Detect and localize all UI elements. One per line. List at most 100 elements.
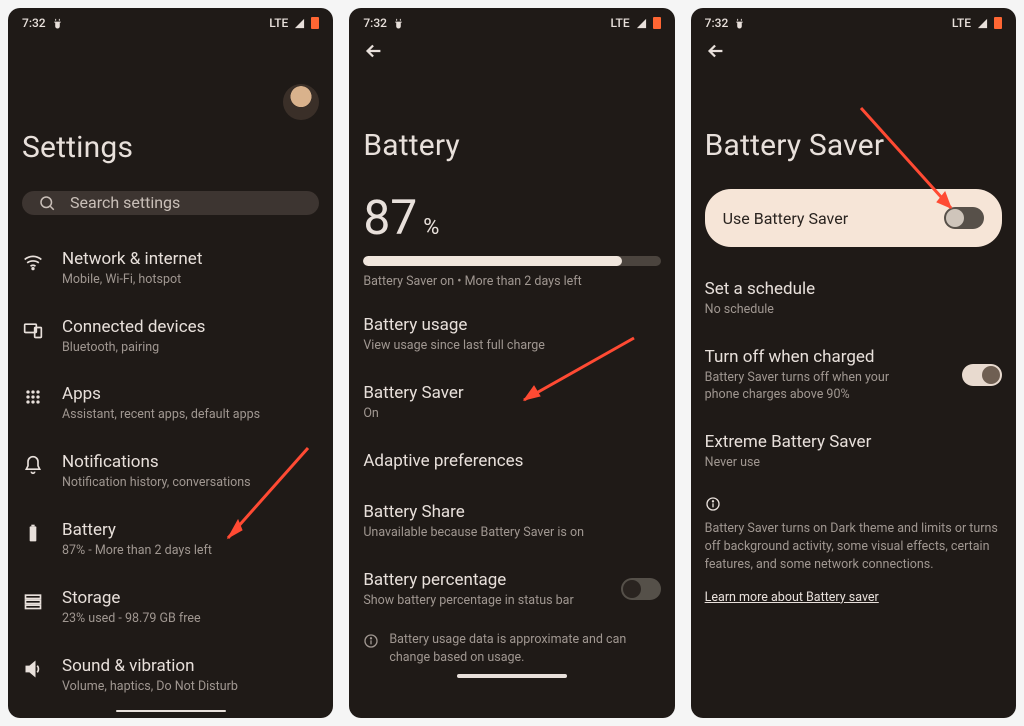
battery-icon	[23, 523, 43, 543]
info-icon	[363, 633, 379, 649]
item-sub: Volume, haptics, Do Not Disturb	[62, 679, 319, 696]
settings-item-network[interactable]: Network & internet Mobile, Wi-Fi, hotspot	[8, 235, 333, 303]
page-title: Battery	[349, 68, 674, 189]
search-icon	[38, 194, 56, 212]
item-title: Notifications	[62, 452, 319, 472]
item-title: Battery usage	[363, 315, 660, 335]
info-footer: Battery usage data is approximate and ca…	[349, 623, 674, 674]
item-sub: Unavailable because Battery Saver is on	[363, 525, 660, 542]
signal-icon	[294, 18, 305, 29]
phone-battery: 7:32 LTE Battery 87 % Battery Saver on •…	[349, 8, 674, 718]
battery-share-item[interactable]: Battery Share Unavailable because Batter…	[349, 488, 674, 556]
status-time: 7:32	[705, 16, 729, 30]
volume-icon	[23, 659, 43, 679]
status-network: LTE	[611, 16, 630, 30]
use-battery-saver-card[interactable]: Use Battery Saver	[705, 189, 1002, 247]
item-sub: Never use	[705, 455, 1002, 472]
devices-icon	[23, 320, 43, 340]
item-title: Battery Share	[363, 502, 660, 522]
battery-icon	[311, 17, 319, 29]
nav-bar[interactable]	[116, 710, 226, 712]
percent-value: 87	[363, 189, 417, 246]
search-placeholder: Search settings	[70, 193, 180, 212]
page-title: Settings	[8, 126, 333, 191]
item-title: Apps	[62, 384, 319, 404]
battery-progress	[363, 256, 660, 266]
progress-fill	[363, 256, 622, 266]
signal-icon	[977, 18, 988, 29]
page-title: Battery Saver	[691, 68, 1016, 189]
battery-icon	[653, 17, 661, 29]
battery-percent-display: 87 %	[349, 189, 674, 246]
statusbar: 7:32 LTE	[691, 8, 1016, 34]
item-title: Connected devices	[62, 317, 319, 337]
phone-battery-saver: 7:32 LTE Battery Saver Use Battery Saver…	[691, 8, 1016, 718]
item-sub: Notification history, conversations	[62, 475, 319, 492]
settings-item-sound[interactable]: Sound & vibration Volume, haptics, Do Not…	[8, 642, 333, 710]
battery-icon	[994, 17, 1002, 29]
search-input[interactable]: Search settings	[22, 191, 319, 215]
item-title: Turn off when charged	[705, 347, 952, 367]
status-time: 7:32	[363, 16, 387, 30]
item-sub: Mobile, Wi-Fi, hotspot	[62, 272, 319, 289]
battery-saver-item[interactable]: Battery Saver On	[349, 369, 674, 437]
settings-item-connected[interactable]: Connected devices Bluetooth, pairing	[8, 303, 333, 371]
settings-item-battery[interactable]: Battery 87% - More than 2 days left	[8, 506, 333, 574]
battery-status-line: Battery Saver on • More than 2 days left	[349, 274, 674, 301]
learn-more-link[interactable]: Learn more about Battery saver	[705, 590, 879, 605]
item-title: Battery	[62, 520, 319, 540]
use-battery-saver-label: Use Battery Saver	[723, 209, 848, 228]
status-network: LTE	[952, 16, 971, 30]
item-sub: No schedule	[705, 302, 1002, 319]
info-icon-row	[691, 486, 1016, 520]
settings-item-notifications[interactable]: Notifications Notification history, conve…	[8, 438, 333, 506]
phone-settings: 7:32 LTE Settings Search settings Networ…	[8, 8, 333, 718]
apps-icon	[23, 387, 43, 407]
back-button[interactable]	[349, 34, 674, 68]
item-sub: Assistant, recent apps, default apps	[62, 407, 319, 424]
turn-off-charged-item[interactable]: Turn off when charged Battery Saver turn…	[691, 333, 1016, 418]
item-title: Battery percentage	[363, 570, 610, 590]
battery-usage-item[interactable]: Battery usage View usage since last full…	[349, 301, 674, 369]
info-icon	[705, 496, 721, 512]
statusbar: 7:32 LTE	[8, 8, 333, 34]
use-battery-saver-toggle[interactable]	[944, 207, 984, 229]
percent-symbol: %	[423, 215, 439, 240]
set-schedule-item[interactable]: Set a schedule No schedule	[691, 265, 1016, 333]
wifi-icon	[23, 252, 43, 272]
item-title: Extreme Battery Saver	[705, 432, 1002, 452]
item-title: Storage	[62, 588, 319, 608]
battery-percentage-toggle[interactable]	[621, 578, 661, 600]
plug-icon	[52, 18, 63, 29]
status-time: 7:32	[22, 16, 46, 30]
status-network: LTE	[269, 16, 288, 30]
battery-percentage-item[interactable]: Battery percentage Show battery percenta…	[349, 556, 674, 624]
item-sub: Bluetooth, pairing	[62, 340, 319, 357]
info-text: Battery usage data is approximate and ca…	[389, 631, 660, 666]
settings-item-apps[interactable]: Apps Assistant, recent apps, default apps	[8, 370, 333, 438]
item-title: Set a schedule	[705, 279, 1002, 299]
item-sub: 87% - More than 2 days left	[62, 543, 319, 560]
bell-icon	[23, 455, 43, 475]
back-button[interactable]	[691, 34, 1016, 68]
plug-icon	[393, 18, 404, 29]
item-sub: Battery Saver turns off when your phone …	[705, 370, 915, 404]
arrow-back-icon	[363, 40, 385, 62]
item-sub: View usage since last full charge	[363, 338, 660, 355]
turn-off-charged-toggle[interactable]	[962, 364, 1002, 386]
nav-bar[interactable]	[457, 674, 567, 678]
profile-avatar[interactable]	[283, 84, 319, 120]
item-sub: 23% used - 98.79 GB free	[62, 611, 319, 628]
item-sub: On	[363, 406, 660, 423]
arrow-back-icon	[705, 40, 727, 62]
item-title: Adaptive preferences	[363, 451, 660, 471]
item-sub: Show battery percentage in status bar	[363, 593, 610, 610]
adaptive-pref-item[interactable]: Adaptive preferences	[349, 437, 674, 488]
storage-icon	[23, 591, 43, 611]
item-title: Network & internet	[62, 249, 319, 269]
settings-item-storage[interactable]: Storage 23% used - 98.79 GB free	[8, 574, 333, 642]
item-title: Sound & vibration	[62, 656, 319, 676]
item-title: Battery Saver	[363, 383, 660, 403]
footer-info: Battery Saver turns on Dark theme and li…	[691, 520, 1016, 586]
extreme-saver-item[interactable]: Extreme Battery Saver Never use	[691, 418, 1016, 486]
